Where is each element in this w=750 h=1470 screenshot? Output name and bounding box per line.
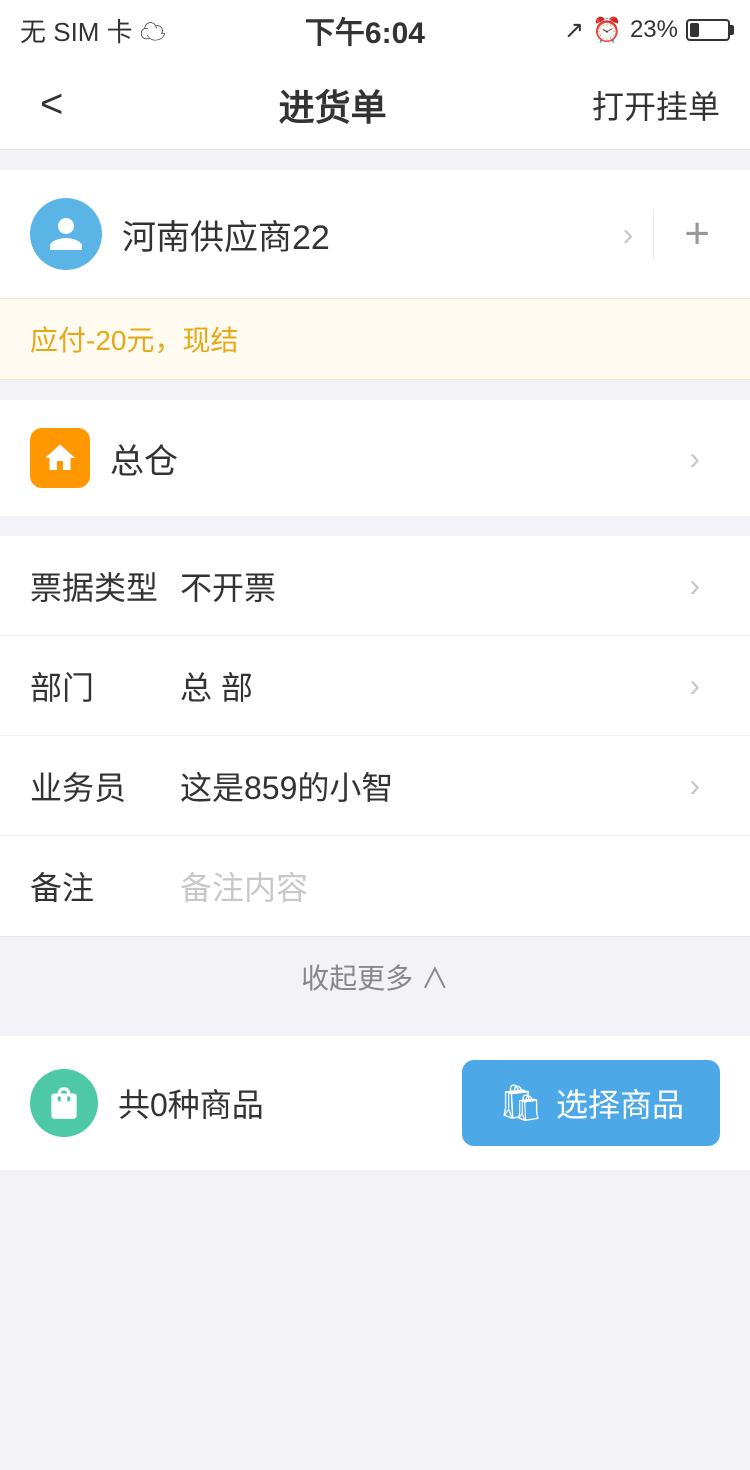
warehouse-icon xyxy=(30,428,90,488)
salesperson-label: 业务员 xyxy=(30,763,180,809)
back-button[interactable]: < xyxy=(30,72,73,137)
notice-text: 应付-20元，现结 xyxy=(30,325,238,356)
salesperson-value: 这是859的小智 xyxy=(180,763,689,809)
status-right: ↗ ⏰ 23% xyxy=(564,16,730,45)
department-chevron-icon: › xyxy=(689,667,700,704)
battery-percent: 23% xyxy=(630,16,678,44)
salesperson-chevron-icon: › xyxy=(689,767,700,804)
ticket-type-row[interactable]: 票据类型 不开票 › xyxy=(0,536,750,636)
nav-bar: < 进货单 打开挂单 xyxy=(0,60,750,150)
supplier-chevron-icon: › xyxy=(623,216,634,253)
open-pending-button[interactable]: 打开挂单 xyxy=(592,82,720,128)
collapse-label: 收起更多 ∧ xyxy=(301,957,449,997)
warehouse-row[interactable]: 总仓 › xyxy=(0,400,750,516)
ticket-type-chevron-icon: › xyxy=(689,567,700,604)
ticket-type-value: 不开票 xyxy=(180,563,689,609)
page-title: 进货单 xyxy=(279,79,387,131)
ticket-type-label: 票据类型 xyxy=(30,563,180,609)
product-count: 共0种商品 xyxy=(118,1080,462,1126)
status-bar: 无 SIM 卡 ☁ 下午6:04 ↗ ⏰ 23% xyxy=(0,0,750,60)
supplier-name: 河南供应商22 xyxy=(122,210,623,259)
home-icon xyxy=(42,440,78,476)
department-row[interactable]: 部门 总 部 › xyxy=(0,636,750,736)
form-section: 票据类型 不开票 › 部门 总 部 › 业务员 这是859的小智 › 备注 备注… xyxy=(0,536,750,936)
shopping-bag-icon xyxy=(45,1084,83,1122)
supplier-section: 河南供应商22 › + 应付-20元，现结 xyxy=(0,170,750,380)
warehouse-name: 总仓 xyxy=(110,434,689,483)
product-icon xyxy=(30,1069,98,1137)
select-product-button[interactable]: 🛍 选择商品 xyxy=(462,1060,720,1146)
department-label: 部门 xyxy=(30,663,180,709)
select-product-icon: 🛍 xyxy=(498,1082,544,1124)
remark-input[interactable]: 备注内容 xyxy=(180,863,720,909)
notice-bar: 应付-20元，现结 xyxy=(0,298,750,380)
select-product-label: 选择商品 xyxy=(556,1080,684,1126)
collapse-row[interactable]: 收起更多 ∧ xyxy=(0,936,750,1016)
remark-row[interactable]: 备注 备注内容 xyxy=(0,836,750,936)
supplier-row[interactable]: 河南供应商22 › + xyxy=(0,170,750,298)
warehouse-chevron-icon: › xyxy=(689,440,700,477)
section-gap-1 xyxy=(0,150,750,170)
department-value: 总 部 xyxy=(180,663,689,709)
vertical-divider xyxy=(653,209,654,259)
salesperson-row[interactable]: 业务员 这是859的小智 › xyxy=(0,736,750,836)
alarm-icon: ⏰ xyxy=(592,16,622,45)
sim-status: 无 SIM 卡 ☁ xyxy=(20,12,166,49)
status-time: 下午6:04 xyxy=(305,8,425,52)
person-icon xyxy=(46,214,86,254)
location-icon: ↗ xyxy=(564,16,584,45)
supplier-avatar xyxy=(30,198,102,270)
product-bar: 共0种商品 🛍 选择商品 xyxy=(0,1036,750,1170)
battery-icon xyxy=(686,19,730,41)
bottom-space xyxy=(0,1170,750,1470)
status-left: 无 SIM 卡 ☁ xyxy=(20,12,166,49)
section-gap-2 xyxy=(0,380,750,400)
remark-label: 备注 xyxy=(30,863,180,909)
warehouse-section: 总仓 › xyxy=(0,400,750,516)
add-supplier-button[interactable]: + xyxy=(674,209,720,259)
